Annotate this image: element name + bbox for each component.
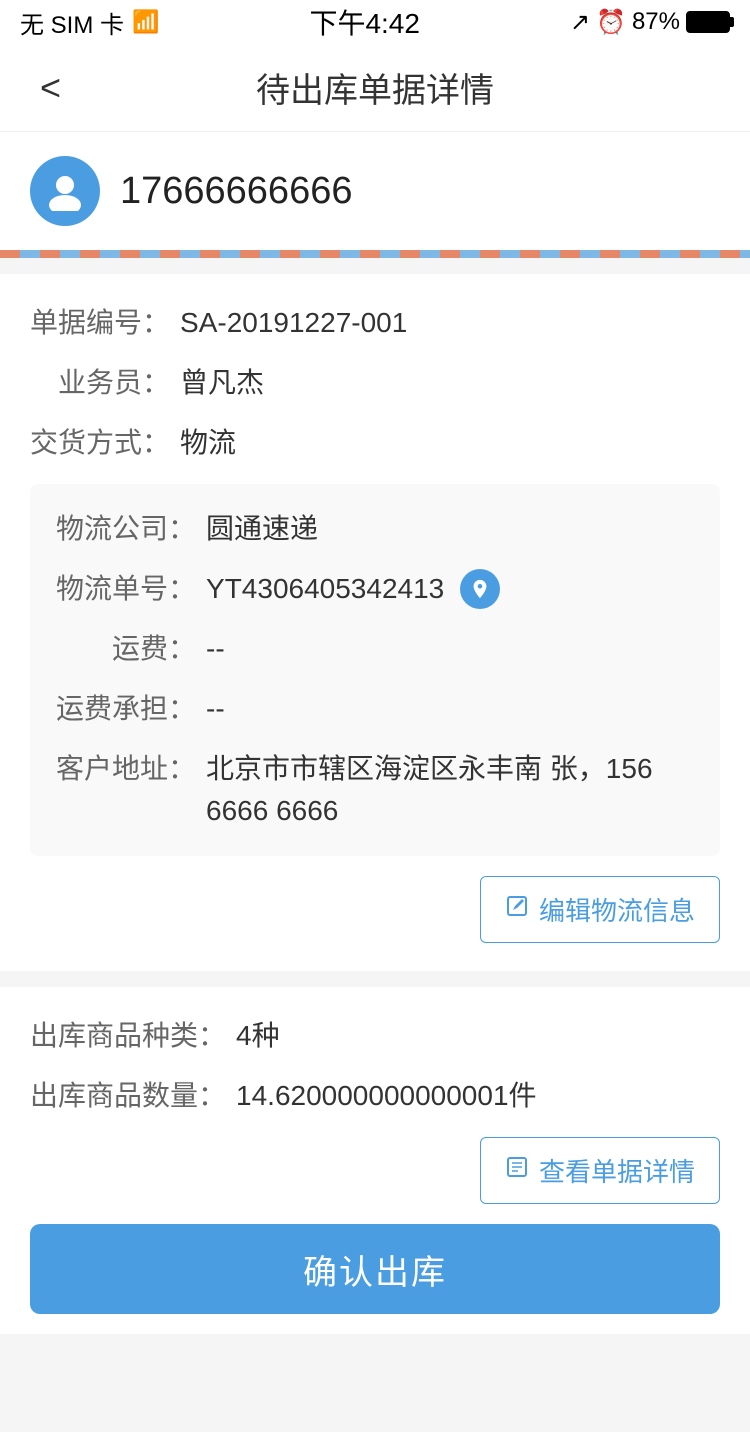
status-bar: 无 SIM 卡 📶 下午4:42 ↗ ⏰ 87%	[0, 0, 750, 44]
wifi-icon: 📶	[132, 9, 159, 35]
goods-type-label: 出库商品种类：	[30, 1015, 226, 1057]
freight-label: 运费：	[56, 628, 196, 670]
doc-number-label: 单据编号：	[30, 302, 170, 344]
freight-bearer-label: 运费承担：	[56, 688, 196, 730]
carrier-label: 无 SIM 卡	[20, 5, 124, 40]
view-details-label: 查看单据详情	[539, 1152, 695, 1189]
sales-person-value: 曾凡杰	[180, 362, 720, 404]
freight-bearer-value: --	[206, 688, 694, 730]
battery-percent: 87%	[632, 8, 680, 36]
tracking-number: YT4306405342413	[206, 568, 444, 610]
customer-header: 17666666666	[0, 132, 750, 250]
goods-quantity-label: 出库商品数量：	[30, 1075, 226, 1117]
tracking-value-row: YT4306405342413	[206, 568, 694, 610]
edit-logistics-label: 编辑物流信息	[539, 891, 695, 928]
confirm-outbound-button[interactable]: 确认出库	[30, 1224, 720, 1314]
edit-logistics-btn-row: 编辑物流信息	[30, 876, 720, 943]
sales-person-label: 业务员：	[30, 362, 170, 404]
view-details-btn-row: 查看单据详情	[30, 1137, 720, 1204]
edit-logistics-button[interactable]: 编辑物流信息	[480, 876, 720, 943]
logistics-box: 物流公司： 圆通速递 物流单号： YT4306405342413 运费： -- …	[30, 484, 720, 856]
doc-number-value: SA-20191227-001	[180, 302, 720, 344]
view-details-button[interactable]: 查看单据详情	[480, 1137, 720, 1204]
alarm-icon: ⏰	[596, 8, 626, 37]
delivery-method-row: 交货方式： 物流	[30, 422, 720, 464]
logistics-company-value: 圆通速递	[206, 508, 694, 550]
goods-quantity-row: 出库商品数量： 14.620000000000001件	[30, 1075, 720, 1117]
battery-icon	[686, 11, 730, 33]
address-row: 客户地址： 北京市市辖区海淀区永丰南 张，156 6666 6666	[56, 748, 694, 832]
goods-type-row: 出库商品种类： 4种	[30, 1015, 720, 1057]
view-details-icon	[505, 1155, 529, 1186]
freight-row: 运费： --	[56, 628, 694, 670]
goods-type-value: 4种	[236, 1015, 720, 1057]
delivery-method-label: 交货方式：	[30, 422, 170, 464]
tracking-label: 物流单号：	[56, 568, 196, 610]
status-left: 无 SIM 卡 📶	[20, 5, 159, 40]
confirm-btn-bar: 确认出库	[0, 1204, 750, 1334]
avatar	[30, 156, 100, 226]
status-time: 下午4:42	[309, 2, 420, 42]
edit-icon	[505, 894, 529, 925]
page-title: 待出库单据详情	[256, 63, 494, 112]
tracking-number-row: 物流单号： YT4306405342413	[56, 568, 694, 610]
freight-bearer-row: 运费承担： --	[56, 688, 694, 730]
nav-bar: < 待出库单据详情	[0, 44, 750, 132]
logistics-company-label: 物流公司：	[56, 508, 196, 550]
customer-phone: 17666666666	[120, 170, 352, 213]
doc-number-row: 单据编号： SA-20191227-001	[30, 302, 720, 344]
goods-quantity-value: 14.620000000000001件	[236, 1075, 720, 1117]
logistics-company-row: 物流公司： 圆通速递	[56, 508, 694, 550]
dashed-divider	[0, 250, 750, 258]
freight-value: --	[206, 628, 694, 670]
doc-info-section: 单据编号： SA-20191227-001 业务员： 曾凡杰 交货方式： 物流 …	[0, 274, 750, 971]
address-label: 客户地址：	[56, 748, 196, 790]
address-value: 北京市市辖区海淀区永丰南 张，156 6666 6666	[206, 748, 694, 832]
tracking-location-button[interactable]	[460, 569, 500, 609]
goods-info-section: 出库商品种类： 4种 出库商品数量： 14.620000000000001件 查…	[0, 987, 750, 1232]
sales-person-row: 业务员： 曾凡杰	[30, 362, 720, 404]
delivery-method-value: 物流	[180, 422, 720, 464]
status-right: ↗ ⏰ 87%	[570, 8, 730, 37]
location-status-icon: ↗	[570, 8, 590, 37]
back-button[interactable]: <	[30, 57, 71, 119]
